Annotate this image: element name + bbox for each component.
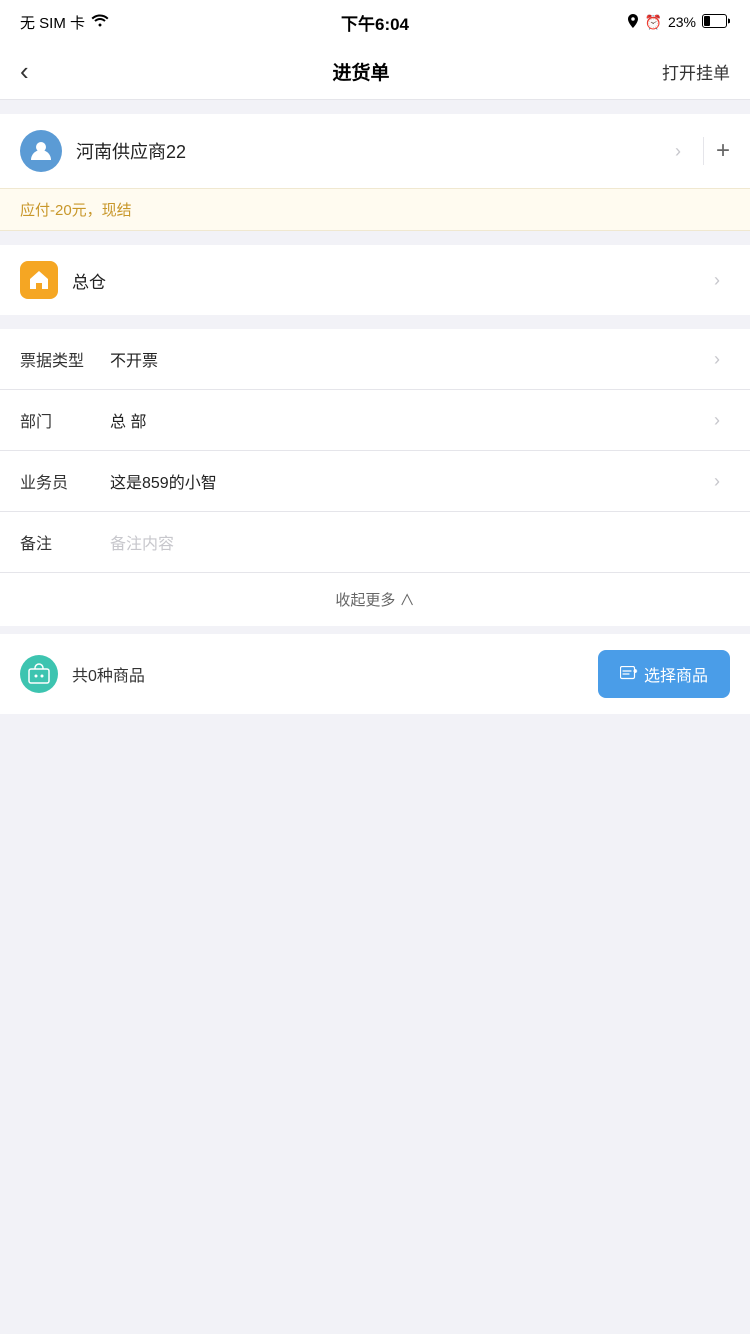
form-row-salesperson[interactable]: 业务员 这是859的小智 › xyxy=(0,450,750,511)
department-chevron-icon: › xyxy=(714,410,720,431)
house-icon xyxy=(28,269,50,291)
select-goods-label: 选择商品 xyxy=(644,662,708,686)
alarm-icon: ⏰ xyxy=(645,14,662,31)
form-row-invoice[interactable]: 票据类型 不开票 › xyxy=(0,329,750,389)
goods-icon xyxy=(20,655,58,693)
warehouse-row[interactable]: 总仓 › xyxy=(0,245,750,315)
goods-count-text: 共0种商品 xyxy=(72,662,598,686)
note-label: 备注 xyxy=(20,530,110,554)
supplier-chevron-icon: › xyxy=(675,141,681,162)
battery-icon xyxy=(702,14,730,31)
page-title: 进货单 xyxy=(332,58,389,85)
invoice-label: 票据类型 xyxy=(20,347,110,371)
open-pending-button[interactable]: 打开挂单 xyxy=(662,59,730,84)
warehouse-section: 总仓 › xyxy=(0,245,750,315)
form-row-department[interactable]: 部门 总 部 › xyxy=(0,389,750,450)
warehouse-name: 总仓 xyxy=(72,268,714,293)
select-goods-icon xyxy=(620,666,638,682)
salesperson-value: 这是859的小智 xyxy=(110,469,714,493)
info-banner-text: 应付-20元，现结 xyxy=(20,202,132,219)
department-label: 部门 xyxy=(20,408,110,432)
section-gap-1 xyxy=(0,100,750,114)
supplier-section: 河南供应商22 › + 应付-20元，现结 xyxy=(0,114,750,231)
carrier-text: 无 SIM 卡 xyxy=(20,12,85,33)
add-supplier-button[interactable]: + xyxy=(716,137,730,165)
section-gap-2 xyxy=(0,231,750,245)
form-row-note[interactable]: 备注 备注内容 xyxy=(0,511,750,572)
invoice-chevron-icon: › xyxy=(714,349,720,370)
note-placeholder[interactable]: 备注内容 xyxy=(110,530,730,554)
collapse-label: 收起更多 ∧ xyxy=(335,592,414,609)
warehouse-chevron-icon: › xyxy=(714,270,720,291)
supplier-avatar xyxy=(20,130,62,172)
section-gap-3 xyxy=(0,315,750,329)
salesperson-chevron-icon: › xyxy=(714,471,720,492)
wifi-icon xyxy=(91,13,109,31)
status-bar: 无 SIM 卡 下午6:04 ⏰ 23% xyxy=(0,0,750,44)
warehouse-icon xyxy=(20,261,58,299)
supplier-name: 河南供应商22 xyxy=(76,138,675,164)
collapse-button[interactable]: 收起更多 ∧ xyxy=(0,572,750,626)
select-goods-button[interactable]: 选择商品 xyxy=(598,650,730,698)
battery-text: 23% xyxy=(668,14,696,30)
cart-icon xyxy=(28,663,50,685)
supplier-row[interactable]: 河南供应商22 › + xyxy=(0,114,750,188)
back-button[interactable]: ‹ xyxy=(20,56,60,87)
nav-bar: ‹ 进货单 打开挂单 xyxy=(0,44,750,100)
status-left: 无 SIM 卡 xyxy=(20,12,109,33)
department-value: 总 部 xyxy=(110,408,714,432)
invoice-value: 不开票 xyxy=(110,347,714,371)
person-icon xyxy=(28,138,54,164)
info-banner: 应付-20元，现结 xyxy=(0,188,750,231)
bottom-bar: 共0种商品 选择商品 xyxy=(0,626,750,714)
form-section: 票据类型 不开票 › 部门 总 部 › 业务员 这是859的小智 › 备注 备注… xyxy=(0,329,750,626)
vertical-divider xyxy=(703,137,704,165)
salesperson-label: 业务员 xyxy=(20,469,110,493)
status-right: ⏰ 23% xyxy=(627,14,730,31)
location-icon xyxy=(627,14,639,31)
status-time: 下午6:04 xyxy=(341,10,409,35)
